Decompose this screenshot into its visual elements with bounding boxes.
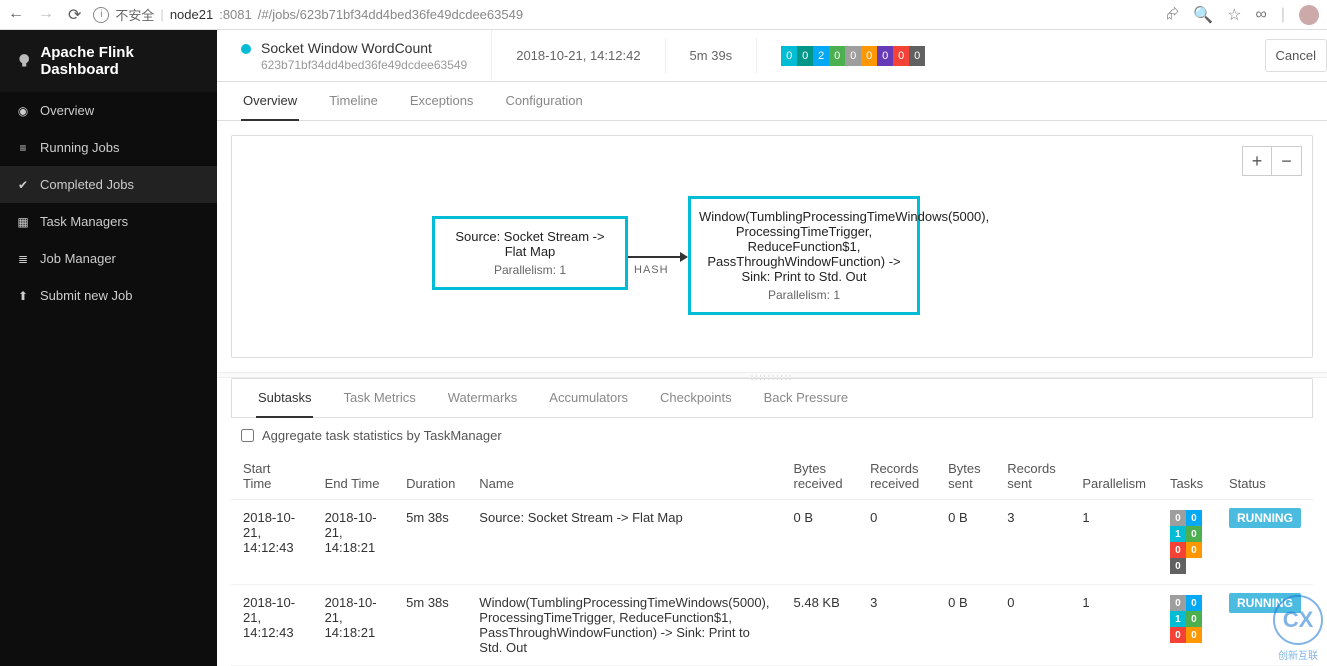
task-badge: 0 (1186, 611, 1202, 627)
url-bar[interactable]: i 不安全 | node21:8081/#/jobs/623b71bf34dd4… (93, 5, 1154, 24)
status-badge: RUNNING (1229, 593, 1301, 613)
task-badge: 0 (1170, 595, 1186, 611)
sitemap-icon: ▦ (16, 215, 30, 229)
col-status[interactable]: Status (1217, 453, 1313, 500)
aggregate-label: Aggregate task statistics by TaskManager (262, 428, 502, 443)
tab-overview[interactable]: Overview (241, 82, 299, 121)
col-parallelism[interactable]: Parallelism (1070, 453, 1158, 500)
task-badge: 0 (1186, 595, 1202, 611)
task-badge: 0 (1186, 510, 1202, 526)
forward-icon[interactable]: → (38, 5, 54, 25)
badge-count: 2 (813, 46, 829, 66)
tab-watermarks[interactable]: Watermarks (446, 379, 520, 417)
task-badge: 0 (1170, 558, 1186, 574)
job-duration: 5m 39s (666, 38, 758, 73)
job-tabs: Overview Timeline Exceptions Configurati… (217, 82, 1327, 121)
back-icon[interactable]: ← (8, 5, 24, 25)
sidebar: Apache Flink Dashboard ◉Overview ≡Runnin… (0, 30, 217, 666)
sidebar-item-submit-job[interactable]: ⬆Submit new Job (0, 277, 217, 314)
job-id: 623b71bf34dd4bed36fe49dcdee63549 (261, 58, 467, 72)
browser-bar: ← → ⟳ i 不安全 | node21:8081/#/jobs/623b71b… (0, 0, 1327, 30)
badge-count: 0 (893, 46, 909, 66)
task-badge: 0 (1170, 510, 1186, 526)
task-badge: 0 (1170, 627, 1186, 643)
task-badge: 0 (1186, 542, 1202, 558)
col-records-received[interactable]: Records received (858, 453, 936, 500)
badge-count: 0 (781, 46, 797, 66)
col-bytes-sent[interactable]: Bytes sent (936, 453, 995, 500)
arrow-icon (680, 252, 688, 262)
graph-edge-label: HASH (634, 264, 669, 276)
col-tasks[interactable]: Tasks (1158, 453, 1217, 500)
dashboard-icon: ◉ (16, 104, 30, 118)
col-name[interactable]: Name (467, 453, 781, 500)
job-title: Socket Window WordCount (261, 40, 467, 56)
sidebar-item-completed-jobs[interactable]: ✔Completed Jobs (0, 166, 217, 203)
server-icon: ≣ (16, 252, 30, 266)
main: Socket Window WordCount 623b71bf34dd4bed… (217, 30, 1327, 666)
aggregate-checkbox[interactable] (241, 429, 254, 442)
flink-icon (16, 52, 32, 70)
task-badge: 0 (1170, 542, 1186, 558)
col-records-sent[interactable]: Records sent (995, 453, 1070, 500)
badge-count: 0 (861, 46, 877, 66)
col-bytes-received[interactable]: Bytes received (782, 453, 859, 500)
badge-count: 0 (877, 46, 893, 66)
reload-icon[interactable]: ⟳ (68, 5, 81, 25)
job-timestamp: 2018-10-21, 14:12:42 (492, 38, 665, 73)
task-badge: 1 (1170, 611, 1186, 627)
badge-count: 0 (829, 46, 845, 66)
graph-node-window[interactable]: Window(TumblingProcessingTimeWindows(500… (688, 196, 920, 315)
header-status-badges: 0 0 2 0 0 0 0 0 0 (781, 46, 925, 66)
sidebar-item-running-jobs[interactable]: ≡Running Jobs (0, 129, 217, 166)
insecure-label: 不安全 (115, 5, 154, 24)
execution-graph[interactable]: + − Source: Socket Stream -> Flat Map Pa… (231, 135, 1313, 358)
list-icon: ≡ (16, 141, 30, 155)
tab-back-pressure[interactable]: Back Pressure (762, 379, 851, 417)
sidebar-item-job-manager[interactable]: ≣Job Manager (0, 240, 217, 277)
aggregate-row: Aggregate task statistics by TaskManager (217, 418, 1327, 453)
cancel-button[interactable]: Cancel (1265, 39, 1327, 72)
brand: Apache Flink Dashboard (0, 30, 217, 92)
badge-count: 0 (909, 46, 925, 66)
zoom-icon[interactable]: 🔍 (1193, 5, 1213, 25)
col-end-time[interactable]: End Time (313, 453, 395, 500)
tab-task-metrics[interactable]: Task Metrics (341, 379, 417, 417)
status-badge: RUNNING (1229, 508, 1301, 528)
check-icon: ✔ (16, 178, 30, 192)
badge-count: 0 (845, 46, 861, 66)
graph-node-source[interactable]: Source: Socket Stream -> Flat Map Parall… (432, 216, 628, 290)
subtasks-table: Start Time End Time Duration Name Bytes … (231, 453, 1313, 666)
job-header: Socket Window WordCount 623b71bf34dd4bed… (217, 30, 1327, 82)
task-badge: 0 (1186, 627, 1202, 643)
upload-icon: ⬆ (16, 289, 30, 303)
avatar[interactable] (1299, 5, 1319, 25)
table-row[interactable]: 2018-10-21, 14:12:432018-10-21, 14:18:21… (231, 500, 1313, 585)
table-row[interactable]: 2018-10-21, 14:12:432018-10-21, 14:18:21… (231, 585, 1313, 666)
translate-icon[interactable]: ⮳ (1166, 6, 1179, 24)
info-icon[interactable]: i (93, 7, 109, 23)
tab-accumulators[interactable]: Accumulators (547, 379, 630, 417)
graph-edge (628, 256, 682, 258)
task-badge: 1 (1170, 526, 1186, 542)
col-duration[interactable]: Duration (394, 453, 467, 500)
tab-configuration[interactable]: Configuration (503, 82, 584, 120)
sidebar-item-overview[interactable]: ◉Overview (0, 92, 217, 129)
tab-checkpoints[interactable]: Checkpoints (658, 379, 734, 417)
star-icon[interactable]: ☆ (1227, 5, 1241, 25)
tab-subtasks[interactable]: Subtasks (256, 379, 313, 418)
status-dot (241, 44, 251, 54)
tab-exceptions[interactable]: Exceptions (408, 82, 476, 120)
tab-timeline[interactable]: Timeline (327, 82, 380, 120)
sidebar-item-task-managers[interactable]: ▦Task Managers (0, 203, 217, 240)
cloud-icon[interactable]: ∞ (1255, 6, 1266, 24)
subtask-tabs: Subtasks Task Metrics Watermarks Accumul… (231, 378, 1313, 418)
badge-count: 0 (797, 46, 813, 66)
task-badge: 0 (1186, 526, 1202, 542)
col-start-time[interactable]: Start Time (231, 453, 313, 500)
